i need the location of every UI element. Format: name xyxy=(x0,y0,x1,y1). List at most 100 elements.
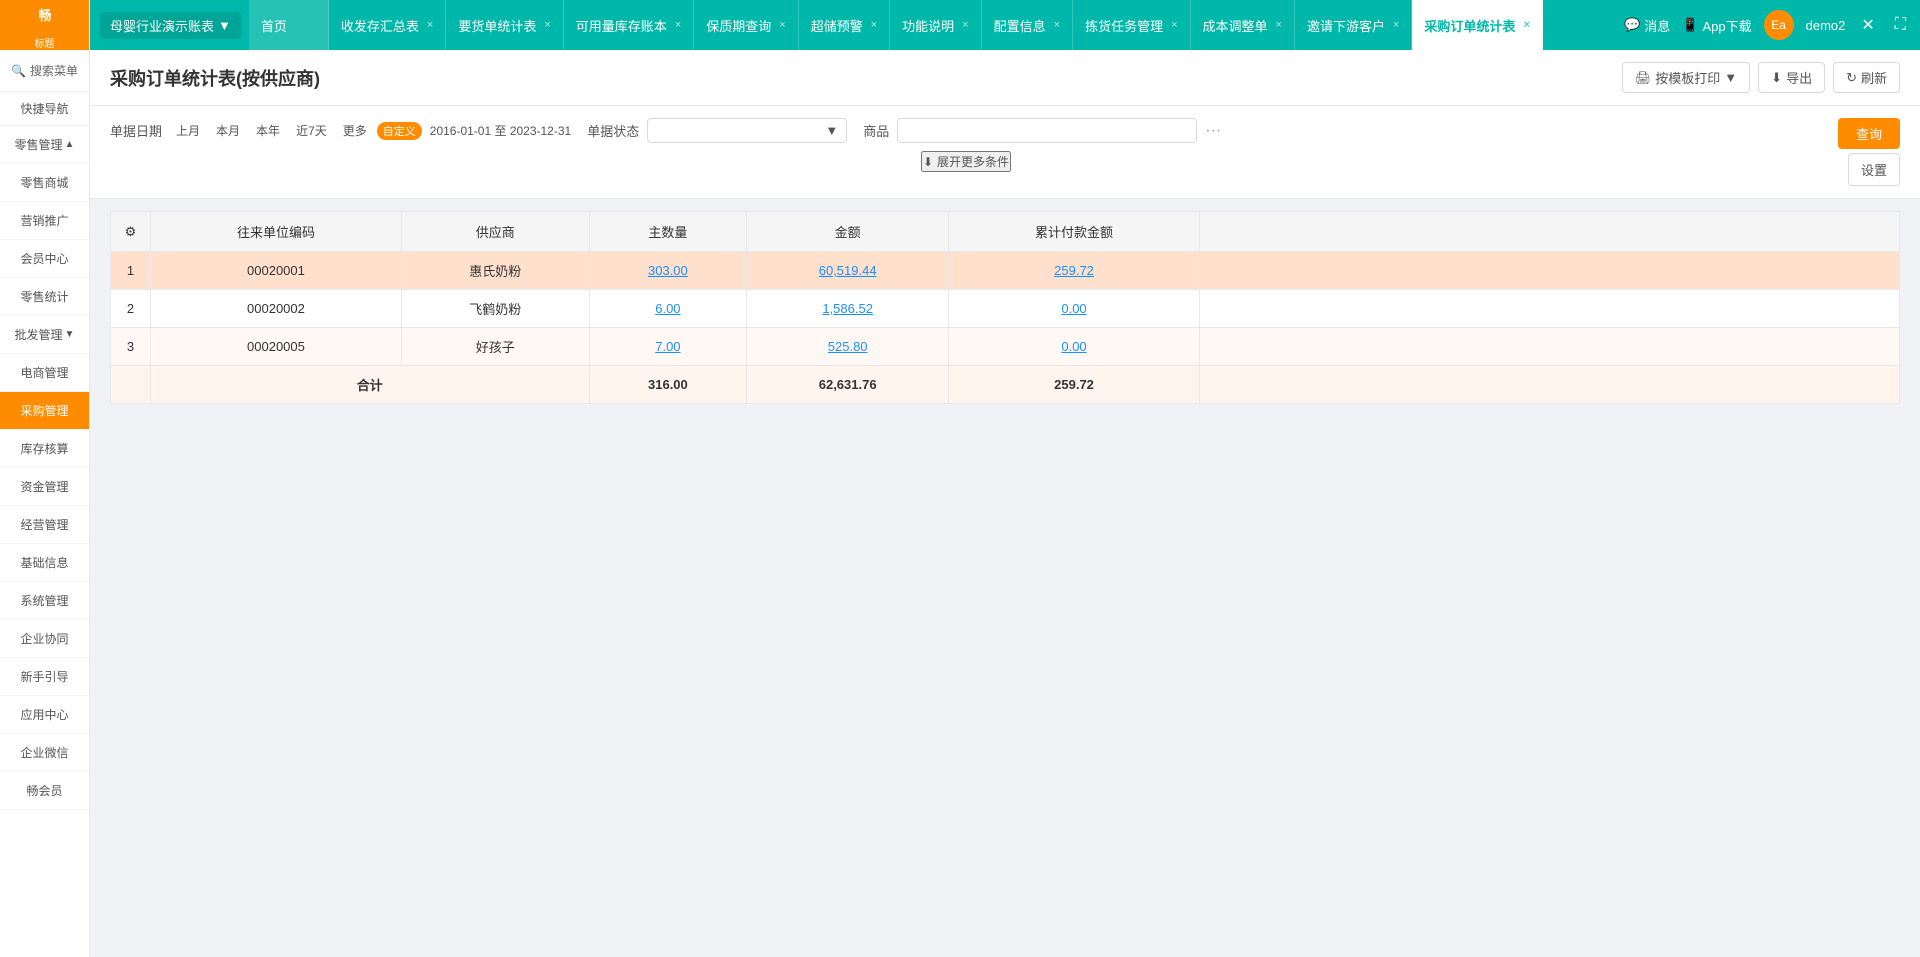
tab-close-icon[interactable]: × xyxy=(1276,19,1282,31)
tab-close-icon[interactable]: × xyxy=(1054,19,1060,31)
tab-close-icon[interactable]: × xyxy=(544,19,550,31)
date-more[interactable]: 更多 xyxy=(337,120,373,141)
tab-close-icon[interactable]: × xyxy=(1523,19,1529,31)
tab-config[interactable]: 配置信息 × xyxy=(982,0,1073,50)
sidebar-item-retail-stats[interactable]: 零售统计 xyxy=(0,278,89,316)
sidebar-item-vip[interactable]: 畅会员 xyxy=(0,772,89,810)
sidebar-item-retail-shop[interactable]: 零售商城 xyxy=(0,164,89,202)
window-expand-button[interactable]: ⛶ xyxy=(1891,12,1910,38)
more-options-icon[interactable]: ··· xyxy=(1205,122,1221,140)
tab-close-icon[interactable]: × xyxy=(871,19,877,31)
settings-button[interactable]: 设置 xyxy=(1848,153,1900,186)
tab-func-desc[interactable]: 功能说明 × xyxy=(890,0,981,50)
tab-invite[interactable]: 邀请下游客户 × xyxy=(1295,0,1412,50)
tab-overstock[interactable]: 超储预警 × xyxy=(799,0,890,50)
sidebar-item-newbie[interactable]: 新手引导 xyxy=(0,658,89,696)
workspace-dropdown[interactable]: 母婴行业演示账表 ▼ xyxy=(100,12,241,39)
row-amount[interactable]: 60,519.44 xyxy=(747,252,949,290)
app-download-button[interactable]: 📱 App下载 xyxy=(1682,16,1751,35)
col-supplier: 供应商 xyxy=(401,212,589,252)
row-code: 00020001 xyxy=(151,252,402,290)
filter-area: 单据日期 上月 本月 本年 近7天 更多 自定义 2016-01-01 至 20… xyxy=(90,106,1920,199)
sidebar-item-inventory[interactable]: 库存核算 xyxy=(0,430,89,468)
row-amount[interactable]: 1,586.52 xyxy=(747,290,949,328)
sidebar-item-finance[interactable]: 资金管理 xyxy=(0,468,89,506)
user-avatar[interactable]: Ea xyxy=(1764,10,1794,40)
sidebar-item-retail[interactable]: 零售管理 ▲ xyxy=(0,126,89,164)
tab-receive[interactable]: 收发存汇总表 × xyxy=(329,0,446,50)
tab-close-icon[interactable]: × xyxy=(962,19,968,31)
row-supplier: 好孩子 xyxy=(401,328,589,366)
row-supplier: 惠氏奶粉 xyxy=(401,252,589,290)
goods-input[interactable] xyxy=(897,118,1197,143)
row-qty[interactable]: 7.00 xyxy=(589,328,747,366)
custom-badge: 自定义 xyxy=(377,122,422,140)
tab-expiry[interactable]: 保质期查询 × xyxy=(694,0,798,50)
col-paid: 累计付款金额 xyxy=(949,212,1200,252)
tab-close-icon[interactable]: × xyxy=(427,19,433,31)
content-area: 采购订单统计表(按供应商) 🖨 按模板打印 ▼ ⬇ 导出 ↻ 刷新 xyxy=(90,50,1920,957)
status-select[interactable]: ▼ xyxy=(647,118,847,143)
sidebar-item-basic[interactable]: 基础信息 xyxy=(0,544,89,582)
date-filter: 单据日期 上月 本月 本年 近7天 更多 自定义 2016-01-01 至 20… xyxy=(110,120,571,141)
row-paid[interactable]: 0.00 xyxy=(949,290,1200,328)
window-close-button[interactable]: ✕ xyxy=(1857,11,1878,39)
date-this-year[interactable]: 本年 xyxy=(250,120,286,141)
table-footer: 合计 316.00 62,631.76 259.72 xyxy=(111,366,1900,404)
sidebar-item-ecommerce[interactable]: 电商管理 xyxy=(0,354,89,392)
row-amount[interactable]: 525.80 xyxy=(747,328,949,366)
row-qty[interactable]: 6.00 xyxy=(589,290,747,328)
tab-order-stats[interactable]: 要货单统计表 × xyxy=(446,0,563,50)
export-button[interactable]: ⬇ 导出 xyxy=(1758,62,1825,93)
print-button[interactable]: 🖨 按模板打印 ▼ xyxy=(1622,62,1750,93)
tab-cost-adj[interactable]: 成本调整单 × xyxy=(1191,0,1295,50)
chevron-down-icon: ▼ xyxy=(65,329,75,340)
main-area: 母婴行业演示账表 ▼ 首页 收发存汇总表 × 要货单统计表 × 可用量库存账本 … xyxy=(90,0,1920,957)
tab-close-icon[interactable]: × xyxy=(1171,19,1177,31)
row-qty[interactable]: 303.00 xyxy=(589,252,747,290)
date-this-month[interactable]: 本月 xyxy=(210,120,246,141)
table-row[interactable]: 3 00020005 好孩子 7.00 525.80 0.00 xyxy=(111,328,1900,366)
sidebar-item-marketing[interactable]: 营销推广 xyxy=(0,202,89,240)
sidebar-item-system[interactable]: 系统管理 xyxy=(0,582,89,620)
sidebar-item-member[interactable]: 会员中心 xyxy=(0,240,89,278)
date-label: 单据日期 xyxy=(110,121,162,140)
expand-button[interactable]: ⬇ 展开更多条件 xyxy=(921,151,1011,172)
tab-close-icon[interactable]: × xyxy=(675,19,681,31)
sidebar-item-ops[interactable]: 经营管理 xyxy=(0,506,89,544)
sidebar-item-wholesale[interactable]: 批发管理 ▼ xyxy=(0,316,89,354)
refresh-button[interactable]: ↻ 刷新 xyxy=(1833,62,1900,93)
message-button[interactable]: 💬 消息 xyxy=(1624,16,1670,35)
quick-nav-button[interactable]: 快捷导航 xyxy=(20,100,68,117)
tab-purchase-stats[interactable]: 采购订单统计表 × xyxy=(1412,0,1542,50)
tab-close-icon[interactable]: × xyxy=(1393,19,1399,31)
tab-close-icon[interactable]: × xyxy=(779,19,785,31)
search-menu-button[interactable]: 🔍 搜索菜单 xyxy=(6,58,83,83)
footer-empty xyxy=(111,366,151,404)
tab-home[interactable]: 首页 xyxy=(249,0,329,50)
sidebar-item-purchase[interactable]: 采购管理 xyxy=(0,392,89,430)
table-area: ⚙ 往来单位编码 供应商 主数量 金额 累计付款金额 1 00020001 xyxy=(90,199,1920,957)
row-paid[interactable]: 259.72 xyxy=(949,252,1200,290)
table-row[interactable]: 2 00020002 飞鹤奶粉 6.00 1,586.52 0.00 xyxy=(111,290,1900,328)
sidebar-item-app-center[interactable]: 应用中心 xyxy=(0,696,89,734)
dropdown-arrow-icon: ▼ xyxy=(218,18,231,33)
row-extra xyxy=(1200,252,1900,290)
row-code: 00020002 xyxy=(151,290,402,328)
column-settings-icon[interactable]: ⚙ xyxy=(125,224,137,240)
logo[interactable]: 畅 标题 xyxy=(0,0,89,50)
select-arrow-icon: ▼ xyxy=(825,123,838,138)
date-last-month[interactable]: 上月 xyxy=(170,120,206,141)
table-row[interactable]: 1 00020001 惠氏奶粉 303.00 60,519.44 259.72 xyxy=(111,252,1900,290)
query-button[interactable]: 查询 xyxy=(1838,118,1900,149)
date-7days[interactable]: 近7天 xyxy=(290,120,333,141)
date-shortcuts: 上月 本月 本年 近7天 更多 自定义 xyxy=(170,120,422,141)
page-title: 采购订单统计表(按供应商) xyxy=(110,65,320,91)
tab-pick-task[interactable]: 拣货任务管理 × xyxy=(1073,0,1190,50)
sidebar-item-collab[interactable]: 企业协同 xyxy=(0,620,89,658)
date-range: 2016-01-01 至 2023-12-31 xyxy=(430,122,571,139)
row-paid[interactable]: 0.00 xyxy=(949,328,1200,366)
sidebar-item-wechat[interactable]: 企业微信 xyxy=(0,734,89,772)
svg-text:畅: 畅 xyxy=(38,8,51,23)
tab-stock-book[interactable]: 可用量库存账本 × xyxy=(564,0,694,50)
